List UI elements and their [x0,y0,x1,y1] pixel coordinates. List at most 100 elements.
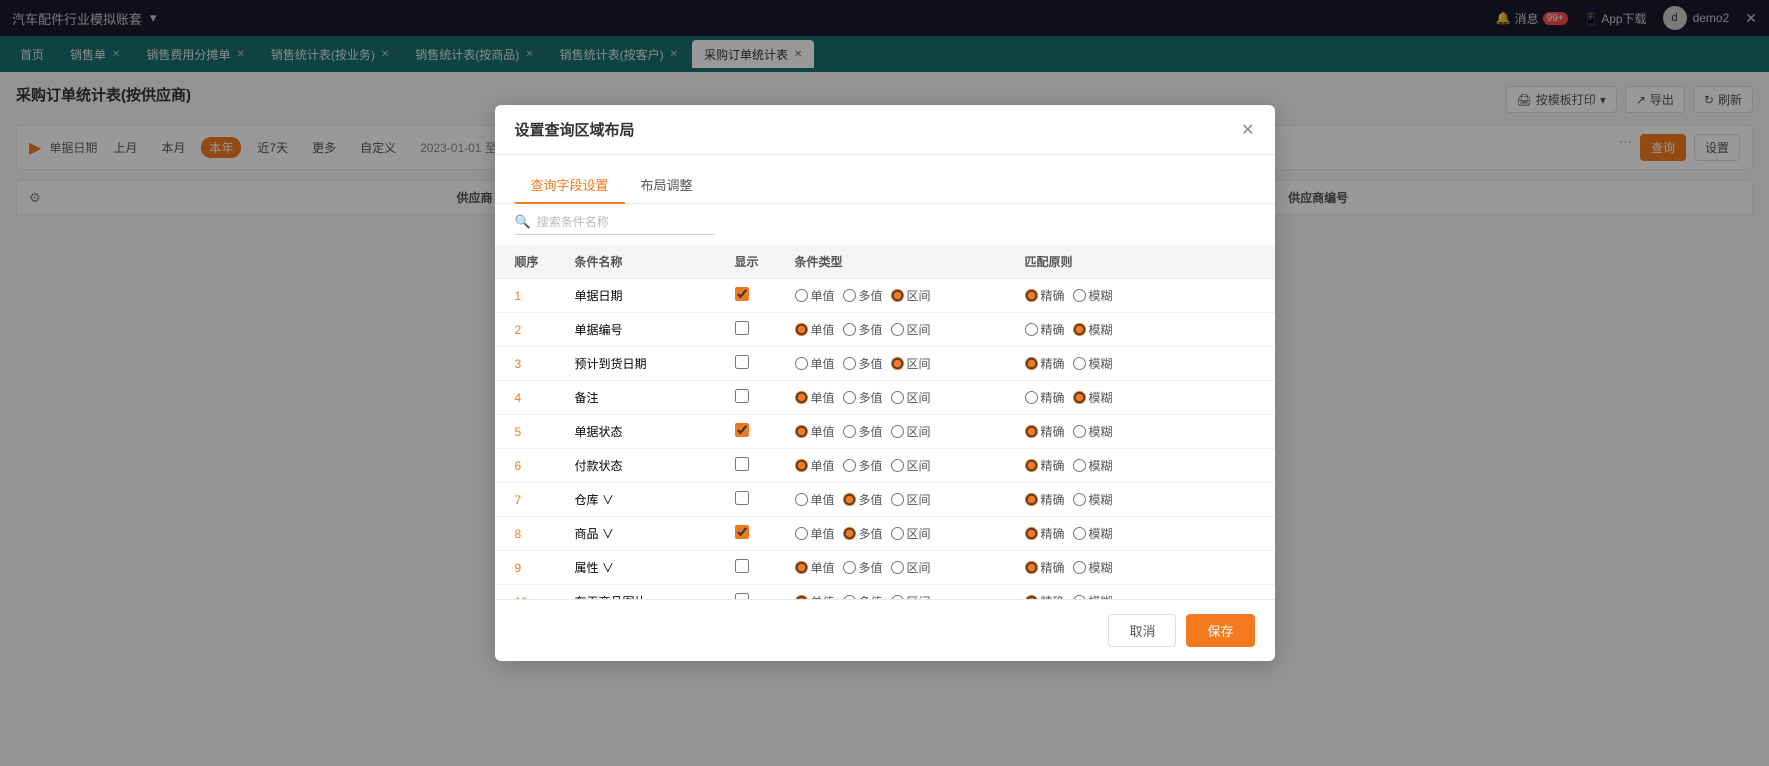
type-radio-input-多值[interactable] [843,425,856,438]
type-radio-多值[interactable]: 多值 [843,389,883,406]
match-radio-模糊[interactable]: 模糊 [1073,321,1113,338]
match-radio-精确[interactable]: 精确 [1025,423,1065,440]
match-radio-input-精确[interactable] [1025,527,1038,540]
type-radio-区间[interactable]: 区间 [891,525,931,542]
type-radio-input-区间[interactable] [891,391,904,404]
match-radio-精确[interactable]: 精确 [1025,389,1065,406]
match-radio-精确[interactable]: 精确 [1025,355,1065,372]
type-radio-input-单值[interactable] [795,527,808,540]
type-radio-单值[interactable]: 单值 [795,457,835,474]
type-radio-区间[interactable]: 区间 [891,423,931,440]
match-radio-input-精确[interactable] [1025,561,1038,574]
type-radio-input-多值[interactable] [843,493,856,506]
match-radio-模糊[interactable]: 模糊 [1073,525,1113,542]
display-checkbox[interactable] [735,491,749,505]
match-radio-模糊[interactable]: 模糊 [1073,389,1113,406]
display-checkbox[interactable] [735,287,749,301]
type-radio-input-区间[interactable] [891,561,904,574]
type-radio-单值[interactable]: 单值 [795,321,835,338]
display-checkbox[interactable] [735,525,749,539]
match-radio-input-模糊[interactable] [1073,459,1086,472]
match-radio-精确[interactable]: 精确 [1025,525,1065,542]
match-radio-精确[interactable]: 精确 [1025,287,1065,304]
match-radio-模糊[interactable]: 模糊 [1073,423,1113,440]
type-radio-单值[interactable]: 单值 [795,559,835,576]
match-radio-input-精确[interactable] [1025,493,1038,506]
type-radio-input-多值[interactable] [843,561,856,574]
match-radio-input-精确[interactable] [1025,391,1038,404]
cancel-button[interactable]: 取消 [1108,614,1176,647]
display-checkbox[interactable] [735,355,749,369]
match-radio-input-精确[interactable] [1025,289,1038,302]
type-radio-区间[interactable]: 区间 [891,321,931,338]
type-radio-input-区间[interactable] [891,323,904,336]
type-radio-多值[interactable]: 多值 [843,525,883,542]
type-radio-input-区间[interactable] [891,493,904,506]
match-radio-input-模糊[interactable] [1073,493,1086,506]
type-radio-input-单值[interactable] [795,459,808,472]
tab-query-fields[interactable]: 查询字段设置 [515,167,625,204]
match-radio-input-模糊[interactable] [1073,289,1086,302]
type-radio-区间[interactable]: 区间 [891,491,931,508]
match-radio-input-模糊[interactable] [1073,561,1086,574]
display-checkbox[interactable] [735,389,749,403]
type-radio-input-单值[interactable] [795,357,808,370]
type-radio-input-多值[interactable] [843,357,856,370]
type-radio-input-区间[interactable] [891,527,904,540]
type-radio-区间[interactable]: 区间 [891,559,931,576]
type-radio-多值[interactable]: 多值 [843,355,883,372]
match-radio-模糊[interactable]: 模糊 [1073,559,1113,576]
type-radio-input-多值[interactable] [843,323,856,336]
type-radio-区间[interactable]: 区间 [891,457,931,474]
type-radio-input-多值[interactable] [843,391,856,404]
match-radio-input-模糊[interactable] [1073,425,1086,438]
type-radio-input-区间[interactable] [891,459,904,472]
type-radio-多值[interactable]: 多值 [843,457,883,474]
display-checkbox[interactable] [735,423,749,437]
type-radio-多值[interactable]: 多值 [843,321,883,338]
type-radio-区间[interactable]: 区间 [891,287,931,304]
type-radio-input-区间[interactable] [891,289,904,302]
search-input[interactable] [537,215,697,229]
match-radio-input-模糊[interactable] [1073,527,1086,540]
type-radio-input-区间[interactable] [891,357,904,370]
type-radio-多值[interactable]: 多值 [843,559,883,576]
type-radio-input-单值[interactable] [795,493,808,506]
match-radio-模糊[interactable]: 模糊 [1073,287,1113,304]
dialog-close-button[interactable]: ✕ [1241,120,1254,140]
type-radio-单值[interactable]: 单值 [795,423,835,440]
display-checkbox[interactable] [735,457,749,471]
save-button[interactable]: 保存 [1186,614,1254,647]
match-radio-input-模糊[interactable] [1073,357,1086,370]
match-radio-input-模糊[interactable] [1073,391,1086,404]
match-radio-模糊[interactable]: 模糊 [1073,491,1113,508]
tab-layout-adjust[interactable]: 布局调整 [625,167,709,204]
type-radio-input-单值[interactable] [795,323,808,336]
type-radio-单值[interactable]: 单值 [795,287,835,304]
match-radio-精确[interactable]: 精确 [1025,457,1065,474]
type-radio-input-多值[interactable] [843,527,856,540]
type-radio-多值[interactable]: 多值 [843,491,883,508]
match-radio-模糊[interactable]: 模糊 [1073,355,1113,372]
type-radio-单值[interactable]: 单值 [795,491,835,508]
type-radio-区间[interactable]: 区间 [891,389,931,406]
match-radio-精确[interactable]: 精确 [1025,321,1065,338]
match-radio-input-精确[interactable] [1025,357,1038,370]
type-radio-input-多值[interactable] [843,459,856,472]
type-radio-input-单值[interactable] [795,289,808,302]
type-radio-input-单值[interactable] [795,425,808,438]
display-checkbox[interactable] [735,321,749,335]
match-radio-input-精确[interactable] [1025,459,1038,472]
type-radio-input-单值[interactable] [795,391,808,404]
match-radio-input-模糊[interactable] [1073,323,1086,336]
type-radio-input-多值[interactable] [843,289,856,302]
type-radio-区间[interactable]: 区间 [891,355,931,372]
type-radio-多值[interactable]: 多值 [843,287,883,304]
type-radio-单值[interactable]: 单值 [795,355,835,372]
type-radio-input-区间[interactable] [891,425,904,438]
match-radio-精确[interactable]: 精确 [1025,491,1065,508]
display-checkbox[interactable] [735,559,749,573]
type-radio-input-单值[interactable] [795,561,808,574]
match-radio-input-精确[interactable] [1025,425,1038,438]
type-radio-单值[interactable]: 单值 [795,525,835,542]
